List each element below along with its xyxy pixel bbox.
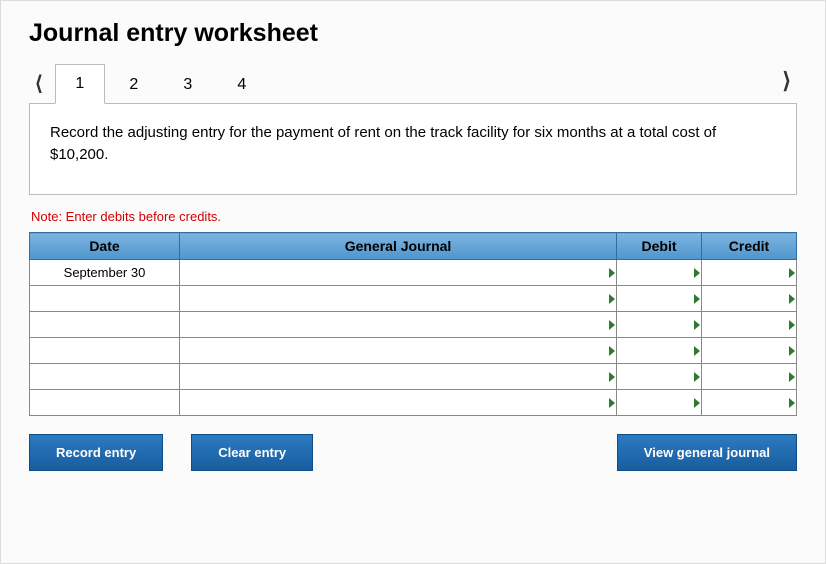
- cell-credit[interactable]: [702, 260, 797, 286]
- dropdown-icon[interactable]: [789, 346, 795, 356]
- dropdown-icon[interactable]: [609, 320, 615, 330]
- tab-1[interactable]: 1: [55, 64, 105, 104]
- cell-debit[interactable]: [617, 364, 702, 390]
- col-header-date: Date: [30, 233, 180, 260]
- cell-date[interactable]: September 30: [30, 260, 180, 286]
- dropdown-icon[interactable]: [694, 268, 700, 278]
- table-header-row: Date General Journal Debit Credit: [30, 233, 797, 260]
- tab-4[interactable]: 4: [217, 64, 267, 104]
- dropdown-icon[interactable]: [694, 294, 700, 304]
- cell-date[interactable]: [30, 312, 180, 338]
- table-row: [30, 364, 797, 390]
- table-row: September 30: [30, 260, 797, 286]
- col-header-debit: Debit: [617, 233, 702, 260]
- clear-entry-button[interactable]: Clear entry: [191, 434, 313, 471]
- cell-date[interactable]: [30, 390, 180, 416]
- cell-date-value: September 30: [64, 265, 146, 280]
- dropdown-icon[interactable]: [609, 294, 615, 304]
- col-header-gj: General Journal: [180, 233, 617, 260]
- dropdown-icon[interactable]: [789, 294, 795, 304]
- dropdown-icon[interactable]: [789, 372, 795, 382]
- table-row: [30, 338, 797, 364]
- instruction-text: Record the adjusting entry for the payme…: [50, 122, 776, 166]
- dropdown-icon[interactable]: [609, 398, 615, 408]
- instruction-box: Record the adjusting entry for the payme…: [29, 103, 797, 195]
- prev-arrow-icon[interactable]: ⟨: [29, 71, 49, 96]
- dropdown-icon[interactable]: [789, 320, 795, 330]
- table-row: [30, 390, 797, 416]
- cell-gj[interactable]: [180, 390, 617, 416]
- cell-date[interactable]: [30, 364, 180, 390]
- dropdown-icon[interactable]: [694, 372, 700, 382]
- cell-debit[interactable]: [617, 390, 702, 416]
- tab-2[interactable]: 2: [109, 64, 159, 104]
- dropdown-icon[interactable]: [694, 320, 700, 330]
- tabs: 1 2 3 4: [55, 62, 271, 104]
- next-arrow-icon[interactable]: ⟩: [776, 68, 797, 94]
- cell-debit[interactable]: [617, 260, 702, 286]
- cell-gj[interactable]: [180, 260, 617, 286]
- table-row: [30, 286, 797, 312]
- cell-credit[interactable]: [702, 286, 797, 312]
- cell-gj[interactable]: [180, 286, 617, 312]
- cell-date[interactable]: [30, 338, 180, 364]
- dropdown-icon[interactable]: [694, 346, 700, 356]
- cell-debit[interactable]: [617, 312, 702, 338]
- journal-table: Date General Journal Debit Credit Septem…: [29, 232, 797, 416]
- dropdown-icon[interactable]: [694, 398, 700, 408]
- cell-credit[interactable]: [702, 312, 797, 338]
- journal-worksheet: Journal entry worksheet ⟨ 1 2 3 4 ⟩ Reco…: [0, 0, 826, 564]
- cell-date[interactable]: [30, 286, 180, 312]
- tab-row: ⟨ 1 2 3 4 ⟩: [29, 62, 797, 104]
- cell-gj[interactable]: [180, 364, 617, 390]
- dropdown-icon[interactable]: [609, 268, 615, 278]
- tab-3[interactable]: 3: [163, 64, 213, 104]
- dropdown-icon[interactable]: [789, 398, 795, 408]
- cell-gj[interactable]: [180, 338, 617, 364]
- cell-credit[interactable]: [702, 338, 797, 364]
- action-bar: Record entry Clear entry View general jo…: [29, 434, 797, 471]
- page-title: Journal entry worksheet: [29, 19, 797, 48]
- cell-credit[interactable]: [702, 390, 797, 416]
- record-entry-button[interactable]: Record entry: [29, 434, 163, 471]
- dropdown-icon[interactable]: [609, 346, 615, 356]
- table-row: [30, 312, 797, 338]
- cell-credit[interactable]: [702, 364, 797, 390]
- dropdown-icon[interactable]: [609, 372, 615, 382]
- view-general-journal-button[interactable]: View general journal: [617, 434, 797, 471]
- cell-debit[interactable]: [617, 338, 702, 364]
- cell-gj[interactable]: [180, 312, 617, 338]
- cell-debit[interactable]: [617, 286, 702, 312]
- note-text: Note: Enter debits before credits.: [31, 209, 797, 224]
- col-header-credit: Credit: [702, 233, 797, 260]
- dropdown-icon[interactable]: [789, 268, 795, 278]
